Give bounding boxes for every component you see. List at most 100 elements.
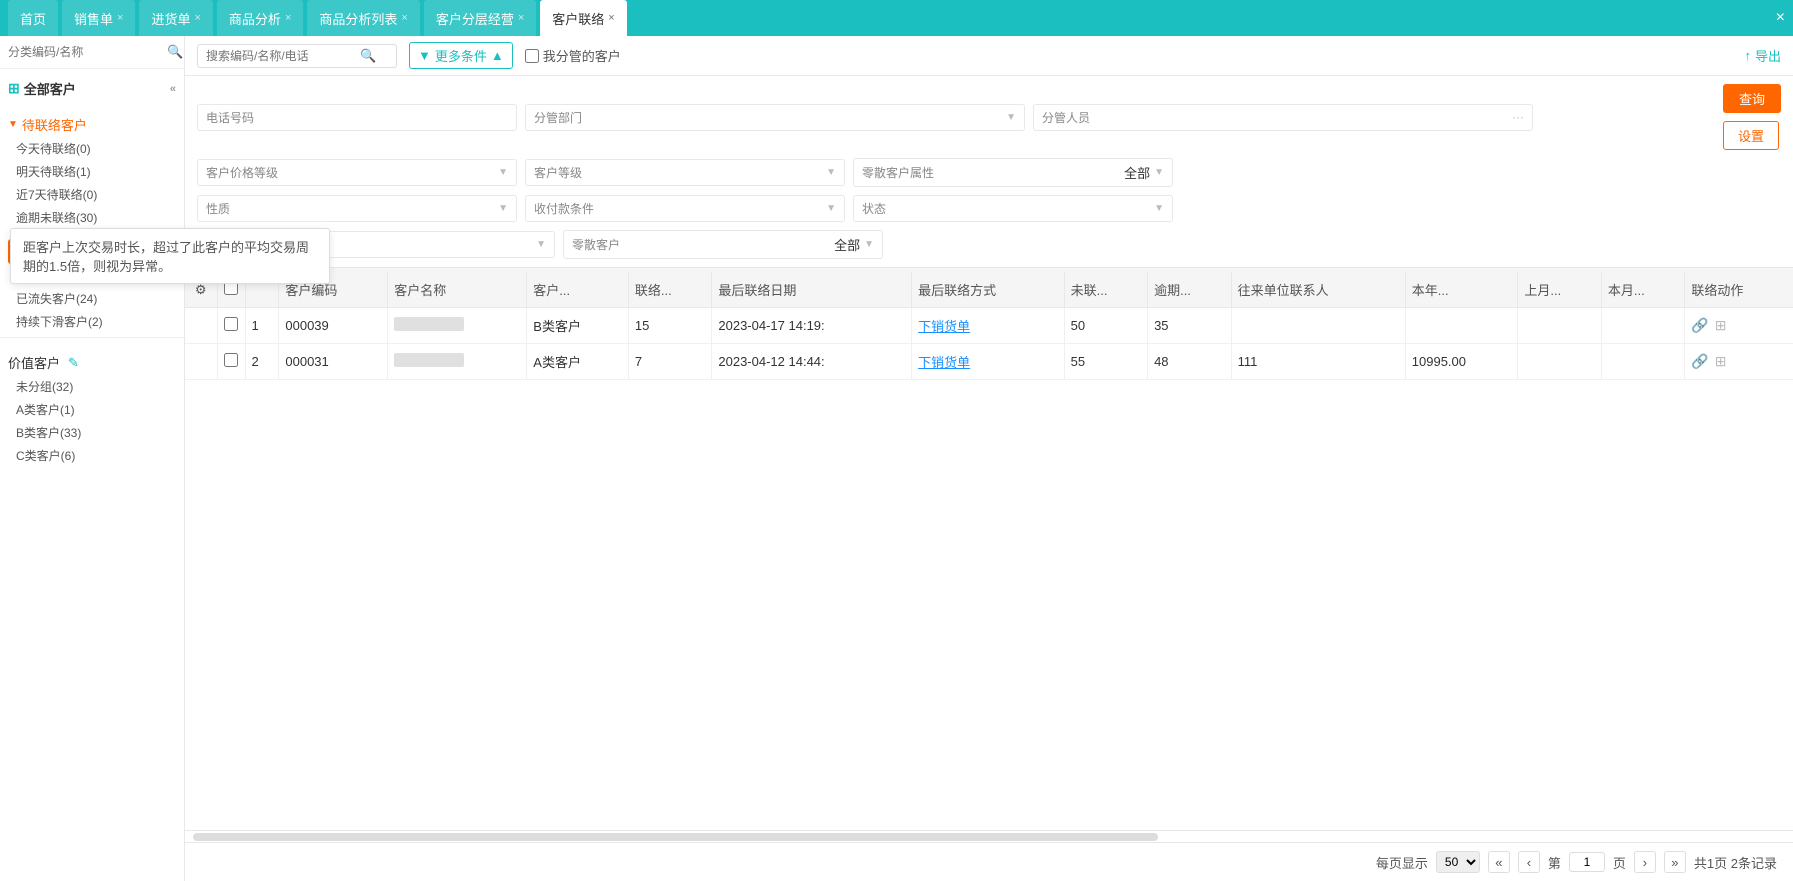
sidebar-value-title[interactable]: 价值客户 ✎ bbox=[0, 350, 184, 375]
row1-this-month bbox=[1601, 308, 1684, 344]
nav-tab-purchase-close[interactable]: × bbox=[194, 12, 200, 24]
export-label: 导出 bbox=[1755, 46, 1781, 65]
sidebar: 🔍 ⊞ 全部客户 « ▼ 待联络客户 今天待联络(0) 明天待联络(1) 近7天… bbox=[0, 36, 185, 881]
col-overdue[interactable]: 逾期... bbox=[1148, 272, 1231, 308]
manager-more-icon: ··· bbox=[1512, 110, 1524, 124]
nav-tab-home[interactable]: 首页 bbox=[8, 0, 58, 36]
row2-checkbox bbox=[217, 344, 245, 380]
nav-tab-purchase[interactable]: 进货单 × bbox=[139, 0, 212, 36]
row1-grid-icon[interactable]: ⊞ bbox=[1715, 317, 1727, 334]
sidebar-title-all[interactable]: ⊞ 全部客户 « bbox=[8, 75, 176, 102]
row1-last-date: 2023-04-17 14:19: bbox=[712, 308, 912, 344]
sidebar-item-overdue[interactable]: 逾期未联络(30) bbox=[0, 206, 184, 229]
first-page-btn[interactable]: « bbox=[1488, 851, 1510, 873]
col-last-method[interactable]: 最后联络方式 bbox=[912, 272, 1064, 308]
query-button[interactable]: 查询 bbox=[1723, 84, 1781, 113]
prev-page-btn[interactable]: ‹ bbox=[1518, 851, 1540, 873]
sidebar-search-input[interactable] bbox=[8, 45, 163, 59]
nav-tab-customer-contact-label: 客户联络 bbox=[552, 9, 604, 28]
row1-check[interactable] bbox=[224, 317, 238, 331]
next-page-icon: › bbox=[1643, 855, 1647, 870]
col-unread[interactable]: 未联... bbox=[1064, 272, 1147, 308]
sidebar-item-class-b[interactable]: B类客户(33) bbox=[0, 421, 184, 444]
row1-checkbox bbox=[217, 308, 245, 344]
nav-tab-analysis-close[interactable]: × bbox=[285, 12, 291, 24]
sidebar-item-ungroup[interactable]: 未分组(32) bbox=[0, 375, 184, 398]
sidebar-item-class-a[interactable]: A类客户(1) bbox=[0, 398, 184, 421]
nav-tab-customer-contact[interactable]: 客户联络 × bbox=[540, 0, 626, 36]
col-customer-type[interactable]: 客户... bbox=[527, 272, 629, 308]
sidebar-search-icon[interactable]: 🔍 bbox=[167, 44, 183, 60]
my-customers-checkbox[interactable] bbox=[525, 49, 539, 63]
next-page-btn[interactable]: › bbox=[1634, 851, 1656, 873]
dept-label: 分管部门 bbox=[534, 109, 1006, 126]
nav-tab-customer-tier[interactable]: 客户分层经营 × bbox=[424, 0, 536, 36]
page-input[interactable] bbox=[1569, 852, 1605, 872]
row2-last-method[interactable]: 下销货单 bbox=[912, 344, 1064, 380]
nav-tab-customer-contact-close[interactable]: × bbox=[608, 12, 614, 24]
table-header-row: ⚙ 客户编码 客户名称 客户... bbox=[185, 272, 1793, 308]
sidebar-item-declining[interactable]: 持续下滑客户(2) bbox=[0, 310, 184, 333]
row2-check[interactable] bbox=[224, 353, 238, 367]
nav-tab-analysis[interactable]: 商品分析 × bbox=[217, 0, 303, 36]
dept-field[interactable]: 分管部门 ▼ bbox=[525, 104, 1025, 131]
main-search-input[interactable] bbox=[206, 49, 356, 63]
row2-method-link[interactable]: 下销货单 bbox=[918, 355, 970, 370]
sidebar-item-class-c[interactable]: C类客户(6) bbox=[0, 444, 184, 467]
horizontal-scrollbar[interactable] bbox=[185, 830, 1793, 842]
col-last-month[interactable]: 上月... bbox=[1518, 272, 1601, 308]
my-customers-check[interactable]: 我分管的客户 bbox=[525, 46, 621, 65]
filter-row-4: ··· 客户类型 ▼ 零散客户 全部 ▼ bbox=[197, 230, 1781, 259]
per-page-label: 每页显示 bbox=[1376, 853, 1428, 872]
export-button[interactable]: ↑ 导出 bbox=[1744, 46, 1781, 65]
search-icon[interactable]: 🔍 bbox=[360, 48, 376, 64]
col-this-month[interactable]: 本月... bbox=[1601, 272, 1684, 308]
col-this-year[interactable]: 本年... bbox=[1405, 272, 1518, 308]
customer-level-field[interactable]: 客户等级 ▼ bbox=[525, 159, 845, 186]
price-level-field[interactable]: 客户价格等级 ▼ bbox=[197, 159, 517, 186]
sidebar-item-lost[interactable]: 已流失客户(24) bbox=[0, 287, 184, 310]
col-contact[interactable]: 联络... bbox=[628, 272, 711, 308]
value-group-label: 价值客户 bbox=[8, 353, 60, 372]
phone-field[interactable]: 电话号码 bbox=[197, 104, 517, 131]
sidebar-group-pending-title[interactable]: ▼ 待联络客户 bbox=[0, 112, 184, 137]
col-last-date[interactable]: 最后联络日期 bbox=[712, 272, 912, 308]
manager-field[interactable]: 分管人员 ··· bbox=[1033, 104, 1533, 131]
nav-tab-sales[interactable]: 销售单 × bbox=[62, 0, 135, 36]
nav-tab-customer-tier-close[interactable]: × bbox=[518, 12, 524, 24]
filter-row-2: 客户价格等级 ▼ 客户等级 ▼ 零散客户属性 全部 ▼ bbox=[197, 158, 1781, 187]
row2-last-date: 2023-04-12 14:44: bbox=[712, 344, 912, 380]
more-conditions-btn[interactable]: ▼ 更多条件 ▲ bbox=[409, 42, 513, 69]
sidebar-item-7days[interactable]: 近7天待联络(0) bbox=[0, 183, 184, 206]
filter-bar: 🔍 ▼ 更多条件 ▲ 我分管的客户 ↑ 导出 bbox=[185, 36, 1793, 76]
row2-grid-icon[interactable]: ⊞ bbox=[1715, 353, 1727, 370]
sidebar-collapse-btn[interactable]: « bbox=[170, 83, 176, 95]
settings-button[interactable]: 设置 bbox=[1723, 121, 1779, 150]
row1-customer-type: B类客户 bbox=[527, 308, 629, 344]
edit-icon[interactable]: ✎ bbox=[68, 355, 79, 371]
sidebar-item-today[interactable]: 今天待联络(0) bbox=[0, 137, 184, 160]
nav-tab-analysis-list[interactable]: 商品分析列表 × bbox=[307, 0, 419, 36]
last-page-btn[interactable]: » bbox=[1664, 851, 1686, 873]
retail-customer-field[interactable]: 零散客户 全部 ▼ bbox=[563, 230, 883, 259]
row2-name bbox=[388, 344, 527, 380]
row1-method-link[interactable]: 下销货单 bbox=[918, 319, 970, 334]
table-row: 1 000039 B类客户 15 2023-04-17 14:19: 下销货单 … bbox=[185, 308, 1793, 344]
row1-last-method[interactable]: 下销货单 bbox=[912, 308, 1064, 344]
nav-tab-analysis-list-close[interactable]: × bbox=[401, 12, 407, 24]
window-close-button[interactable]: × bbox=[1776, 9, 1785, 27]
status-field[interactable]: 状态 ▼ bbox=[853, 195, 1173, 222]
col-contacts[interactable]: 往来单位联系人 bbox=[1231, 272, 1405, 308]
nav-tab-sales-close[interactable]: × bbox=[117, 12, 123, 24]
gender-field[interactable]: 性质 ▼ bbox=[197, 195, 517, 222]
row2-link-icon[interactable]: 🔗 bbox=[1691, 353, 1708, 370]
sidebar-item-tomorrow[interactable]: 明天待联络(1) bbox=[0, 160, 184, 183]
phone-label: 电话号码 bbox=[206, 109, 508, 126]
retail-attr-field[interactable]: 零散客户属性 全部 ▼ bbox=[853, 158, 1173, 187]
per-page-select[interactable]: 50 bbox=[1436, 851, 1480, 873]
manager-label: 分管人员 bbox=[1042, 109, 1512, 126]
gender-dropdown-icon: ▼ bbox=[498, 203, 508, 214]
payment-field[interactable]: 收付款条件 ▼ bbox=[525, 195, 845, 222]
col-name[interactable]: 客户名称 bbox=[388, 272, 527, 308]
row1-link-icon[interactable]: 🔗 bbox=[1691, 317, 1708, 334]
